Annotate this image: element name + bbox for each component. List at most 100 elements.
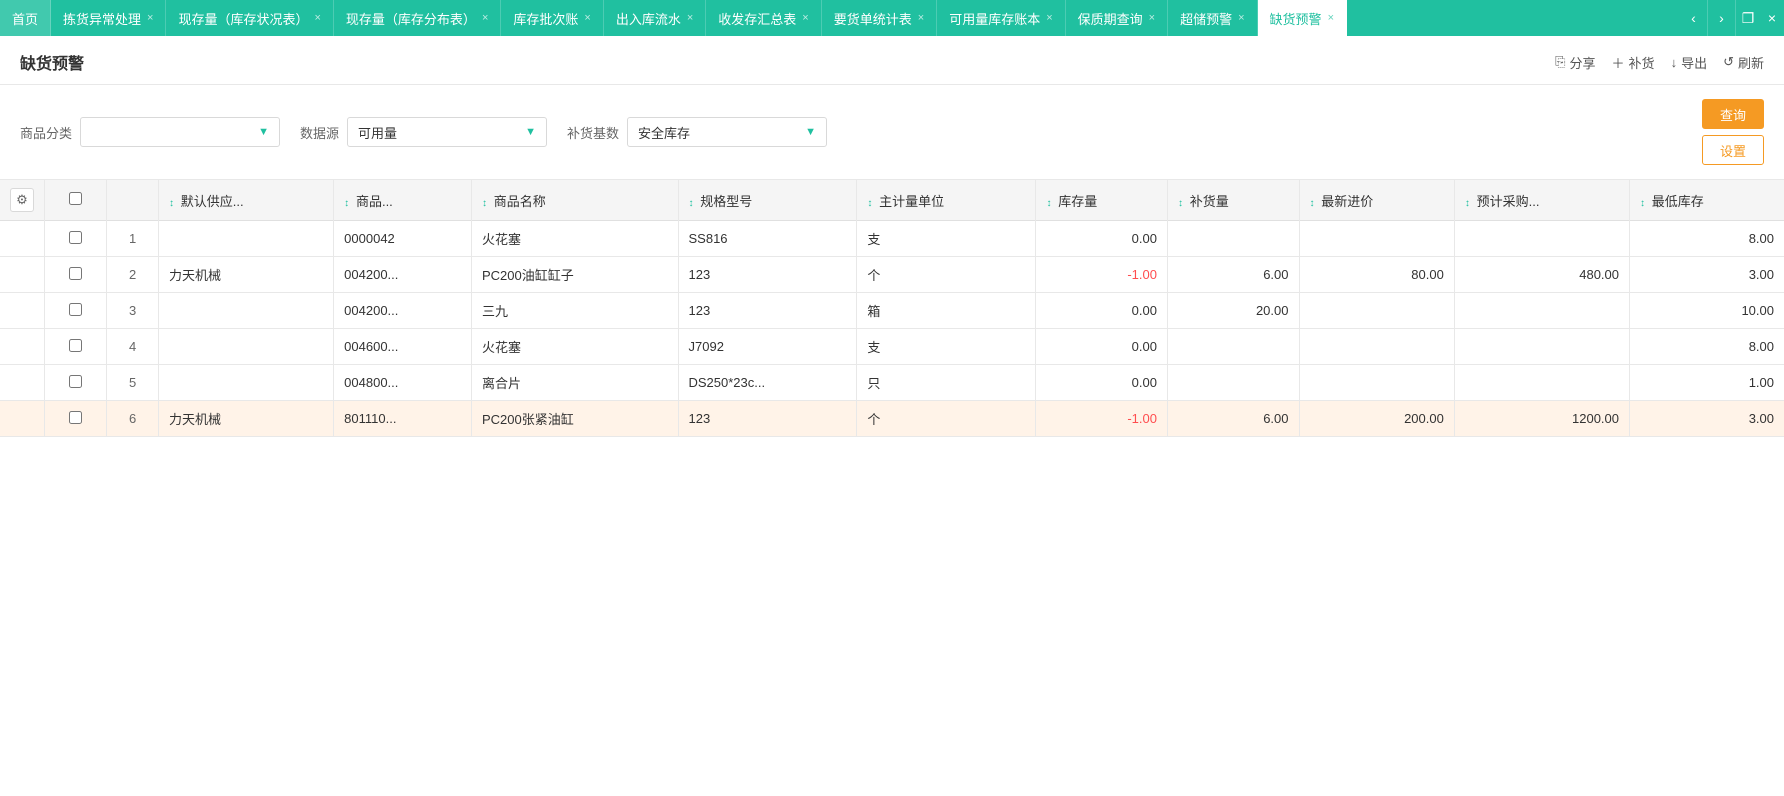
row-checkbox[interactable] xyxy=(69,303,82,316)
row-product_code: 801110... xyxy=(334,401,472,437)
tab-close-icon-inventory-status[interactable]: × xyxy=(314,12,320,24)
row-checkbox-col[interactable] xyxy=(45,401,107,437)
tab-available-ledger[interactable]: 可用量库存账本× xyxy=(937,0,1065,36)
row-seq: 3 xyxy=(107,293,159,329)
row-unit: 箱 xyxy=(857,293,1036,329)
row-settings-col xyxy=(0,221,45,257)
tab-close-icon-receive-summary[interactable]: × xyxy=(802,12,808,24)
tab-close-icon-shortage[interactable]: × xyxy=(1328,12,1334,24)
tab-close-icon-expiry-query[interactable]: × xyxy=(1149,12,1155,24)
row-replenish_qty: 20.00 xyxy=(1167,293,1299,329)
row-checkbox-col[interactable] xyxy=(45,257,107,293)
col-header-product_name[interactable]: ↕ 商品名称 xyxy=(471,180,678,221)
category-select[interactable]: ▼ xyxy=(80,117,280,147)
category-label: 商品分类 xyxy=(20,123,72,142)
row-latest_price xyxy=(1299,221,1454,257)
row-checkbox-col[interactable] xyxy=(45,221,107,257)
tab-close-icon-batch-account[interactable]: × xyxy=(584,12,590,24)
row-checkbox[interactable] xyxy=(69,411,82,424)
col-header-product_code[interactable]: ↕ 商品... xyxy=(334,180,472,221)
tab-home[interactable]: 首页 xyxy=(0,0,51,36)
tab-next-button[interactable]: › xyxy=(1708,0,1736,36)
filter-bar: 商品分类 ▼ 数据源 可用量 ▼ 补货基数 安全库存 ▼ 查询 设置 xyxy=(0,85,1784,180)
tab-restore-button[interactable]: ❐ xyxy=(1736,0,1760,36)
sort-icon-spec: ↕ xyxy=(689,198,697,209)
row-estimated_purchase xyxy=(1454,293,1629,329)
row-product_code: 004800... xyxy=(334,365,472,401)
row-latest_price xyxy=(1299,365,1454,401)
row-estimated_purchase xyxy=(1454,329,1629,365)
datasource-chevron-icon: ▼ xyxy=(525,126,536,138)
col-header-estimated_purchase[interactable]: ↕ 预计采购... xyxy=(1454,180,1629,221)
row-seq: 5 xyxy=(107,365,159,401)
col-header-min_inventory[interactable]: ↕ 最低库存 xyxy=(1630,180,1784,221)
col-header-latest_price[interactable]: ↕ 最新进价 xyxy=(1299,180,1454,221)
tab-abnormal[interactable]: 拣货异常处理× xyxy=(51,0,166,36)
table-row: 2力天机械004200...PC200油缸缸子123个-1.006.0080.0… xyxy=(0,257,1784,293)
tab-demand-stat[interactable]: 要货单统计表× xyxy=(822,0,937,36)
export-action[interactable]: ↓ 导出 xyxy=(1671,53,1708,72)
tab-prev-button[interactable]: ‹ xyxy=(1680,0,1708,36)
datasource-select-text: 可用量 xyxy=(358,123,519,142)
tab-shortage[interactable]: 缺货预警× xyxy=(1258,0,1347,36)
col-header-unit[interactable]: ↕ 主计量单位 xyxy=(857,180,1036,221)
table-row: 3004200...三九123箱0.0020.0010.00 xyxy=(0,293,1784,329)
table-settings-icon[interactable]: ⚙ xyxy=(10,188,34,212)
tab-overstock[interactable]: 超储预警× xyxy=(1168,0,1257,36)
sort-icon-default_supplier: ↕ xyxy=(169,198,177,209)
row-checkbox[interactable] xyxy=(69,375,82,388)
col-header-replenish_qty[interactable]: ↕ 补货量 xyxy=(1167,180,1299,221)
tab-close-button[interactable]: × xyxy=(1760,0,1784,36)
row-inventory: 0.00 xyxy=(1036,221,1168,257)
col-header-seq xyxy=(107,180,159,221)
category-filter-group: 商品分类 ▼ xyxy=(20,117,280,147)
replenish-base-chevron-icon: ▼ xyxy=(805,126,816,138)
tab-inventory-status[interactable]: 现存量（库存状况表）× xyxy=(166,0,333,36)
row-checkbox-col[interactable] xyxy=(45,329,107,365)
tab-bar: 首页拣货异常处理×现存量（库存状况表）×现存量（库存分布表）×库存批次账×出入库… xyxy=(0,0,1784,36)
datasource-label: 数据源 xyxy=(300,123,339,142)
tab-close-icon-overstock[interactable]: × xyxy=(1238,12,1244,24)
row-checkbox[interactable] xyxy=(69,339,82,352)
tab-inout-flow[interactable]: 出入库流水× xyxy=(604,0,706,36)
sort-icon-product_code: ↕ xyxy=(344,198,352,209)
tab-expiry-query[interactable]: 保质期查询× xyxy=(1066,0,1168,36)
row-unit: 支 xyxy=(857,221,1036,257)
tab-inventory-dist[interactable]: 现存量（库存分布表）× xyxy=(334,0,501,36)
row-replenish_qty xyxy=(1167,329,1299,365)
col-header-spec[interactable]: ↕ 规格型号 xyxy=(678,180,857,221)
share-action[interactable]: ⎘ 分享 xyxy=(1555,53,1595,72)
tab-batch-account[interactable]: 库存批次账× xyxy=(501,0,603,36)
tab-close-icon-demand-stat[interactable]: × xyxy=(918,12,924,24)
main-content: 缺货预警 ⎘ 分享 ＋ 补货 ↓ 导出 ↺ 刷新 商品分类 xyxy=(0,36,1784,796)
replenish-action[interactable]: ＋ 补货 xyxy=(1612,53,1655,72)
query-button[interactable]: 查询 xyxy=(1702,99,1764,129)
row-settings-col xyxy=(0,257,45,293)
row-seq: 4 xyxy=(107,329,159,365)
datasource-select[interactable]: 可用量 ▼ xyxy=(347,117,547,147)
tab-receive-summary[interactable]: 收发存汇总表× xyxy=(706,0,821,36)
row-min_inventory: 1.00 xyxy=(1630,365,1784,401)
row-estimated_purchase: 480.00 xyxy=(1454,257,1629,293)
replenish-base-select[interactable]: 安全库存 ▼ xyxy=(627,117,827,147)
row-checkbox-col[interactable] xyxy=(45,293,107,329)
row-checkbox[interactable] xyxy=(69,267,82,280)
col-header-settings: ⚙ xyxy=(0,180,45,221)
settings-button[interactable]: 设置 xyxy=(1702,135,1764,165)
row-checkbox[interactable] xyxy=(69,231,82,244)
col-header-inventory[interactable]: ↕ 库存量 xyxy=(1036,180,1168,221)
row-latest_price: 80.00 xyxy=(1299,257,1454,293)
tab-close-icon-inout-flow[interactable]: × xyxy=(687,12,693,24)
sort-icon-product_name: ↕ xyxy=(482,198,490,209)
row-product_name: 离合片 xyxy=(471,365,678,401)
tab-close-icon-abnormal[interactable]: × xyxy=(147,12,153,24)
replenish-base-select-text: 安全库存 xyxy=(638,123,799,142)
col-header-default_supplier[interactable]: ↕ 默认供应... xyxy=(159,180,334,221)
col-label-latest_price: 最新进价 xyxy=(1321,194,1373,209)
row-checkbox-col[interactable] xyxy=(45,365,107,401)
tab-close-icon-available-ledger[interactable]: × xyxy=(1046,12,1052,24)
row-estimated_purchase xyxy=(1454,365,1629,401)
select-all-checkbox[interactable] xyxy=(69,192,82,205)
tab-close-icon-inventory-dist[interactable]: × xyxy=(482,12,488,24)
refresh-action[interactable]: ↺ 刷新 xyxy=(1723,53,1764,72)
